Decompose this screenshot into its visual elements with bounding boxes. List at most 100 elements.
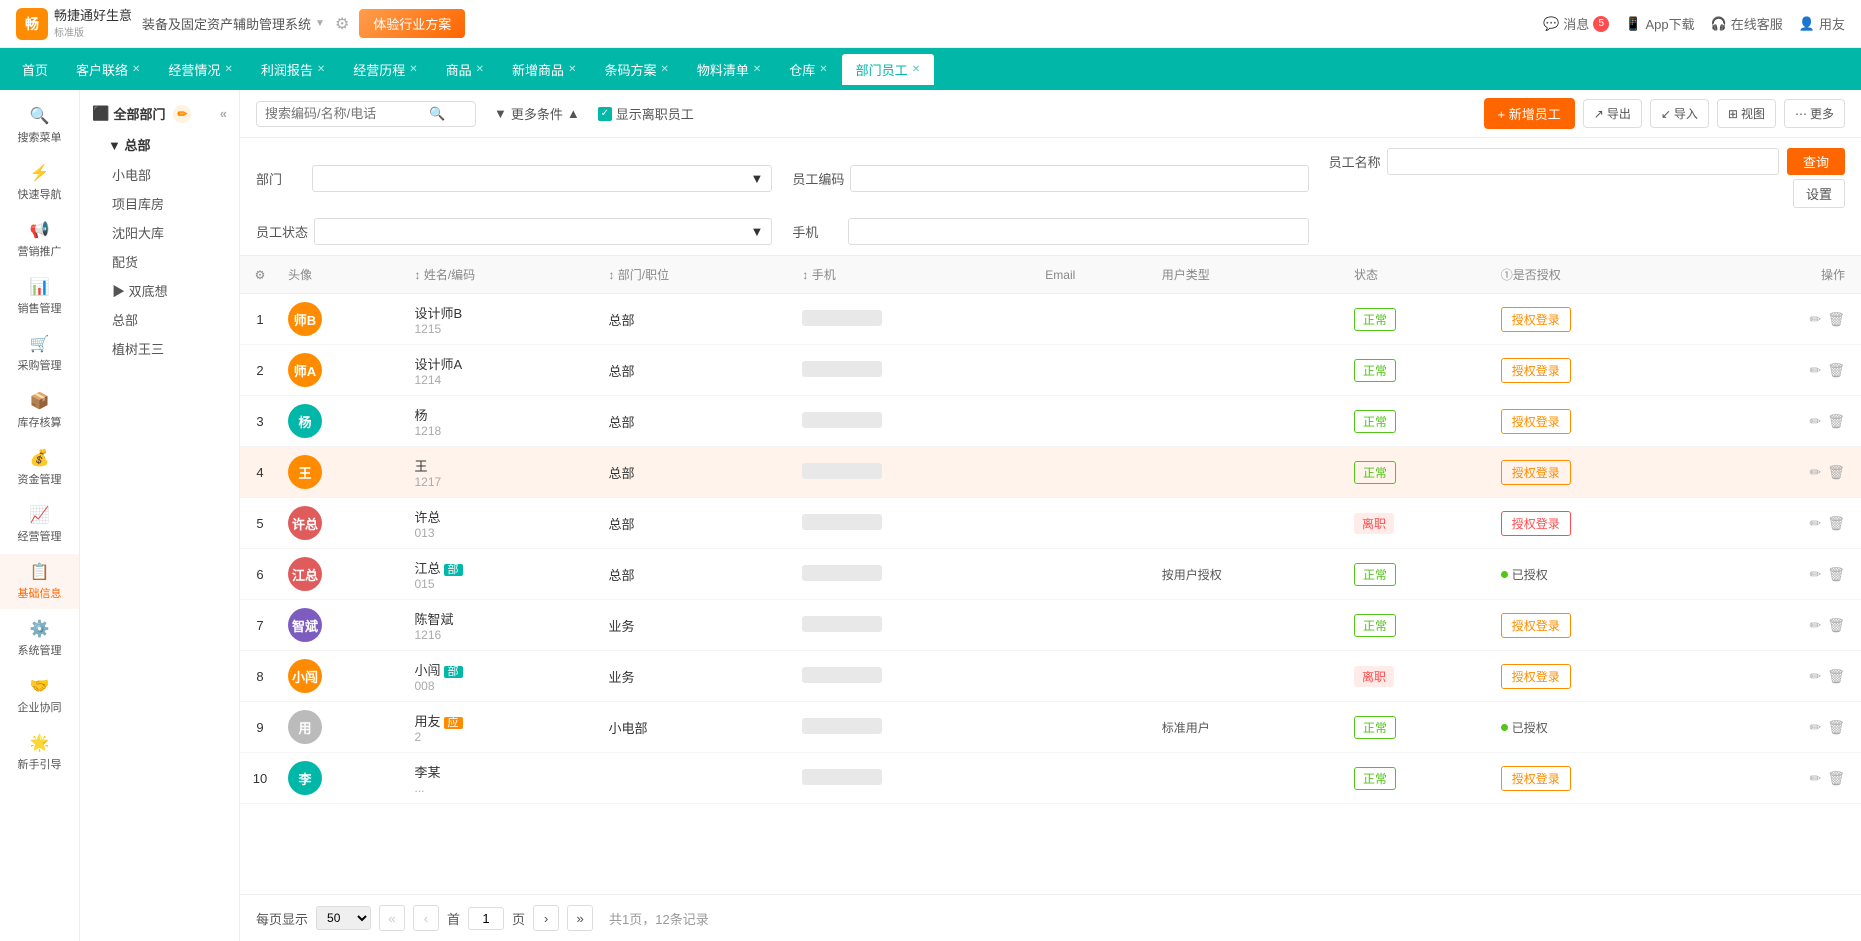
auth-button[interactable]: 授权登录 — [1501, 460, 1571, 485]
sidebar-item-basic[interactable]: 📋 基础信息 — [0, 554, 79, 609]
tab-customer[interactable]: 客户联络✕ — [62, 54, 154, 85]
delete-button[interactable]: 🗑 — [1827, 515, 1845, 532]
emp-status-select[interactable]: ▼ — [314, 218, 772, 245]
tab-history[interactable]: 经营历程✕ — [339, 54, 431, 85]
delete-button[interactable]: 🗑 — [1827, 668, 1845, 685]
settings-button[interactable]: ⚙ — [335, 14, 349, 34]
delete-button[interactable]: 🗑 — [1827, 413, 1845, 430]
delete-button[interactable]: 🗑 — [1827, 464, 1845, 481]
sidebar-item-search[interactable]: 🔍 搜索菜单 — [0, 98, 79, 153]
sidebar-item-inventory[interactable]: 📦 库存核算 — [0, 383, 79, 438]
close-icon[interactable]: ✕ — [568, 64, 576, 75]
import-button[interactable]: ↙ 导入 — [1650, 99, 1709, 128]
export-button[interactable]: ↗ 导出 — [1583, 99, 1642, 128]
phone-input[interactable] — [848, 218, 1308, 245]
tab-bom[interactable]: 物料清单✕ — [683, 54, 775, 85]
tab-new-goods[interactable]: 新增商品✕ — [498, 54, 590, 85]
first-page-button[interactable]: « — [379, 905, 405, 931]
sidebar-item-operation[interactable]: 📈 经营管理 — [0, 497, 79, 552]
query-button[interactable]: 查询 — [1787, 148, 1845, 175]
user-menu[interactable]: 👤 用友 — [1799, 14, 1845, 33]
col-settings[interactable]: ⚙ — [240, 256, 280, 294]
col-dept[interactable]: ↕ 部门/职位 — [600, 256, 794, 294]
tab-warehouse[interactable]: 仓库✕ — [775, 54, 841, 85]
dept-item-shenyang[interactable]: 沈阳大库 — [88, 218, 239, 247]
edit-button[interactable]: ✏ — [1809, 515, 1821, 532]
tab-profit[interactable]: 利润报告✕ — [247, 54, 339, 85]
delete-button[interactable]: 🗑 — [1827, 311, 1845, 328]
edit-button[interactable]: ✏ — [1809, 770, 1821, 787]
tab-home[interactable]: 首页 — [8, 54, 62, 85]
delete-button[interactable]: 🗑 — [1827, 617, 1845, 634]
edit-button[interactable]: ✏ — [1809, 719, 1821, 736]
close-icon[interactable]: ✕ — [317, 64, 325, 75]
last-page-button[interactable]: » — [567, 905, 593, 931]
system-title-arrow[interactable]: ▼ — [315, 18, 325, 29]
set-button[interactable]: 设置 — [1793, 179, 1845, 208]
edit-button[interactable]: ✏ — [1809, 413, 1821, 430]
filter-more-button[interactable]: ▼ 更多条件 ▲ — [486, 100, 588, 127]
auth-button-resigned[interactable]: 授权登录 — [1501, 511, 1571, 536]
auth-button[interactable]: 授权登录 — [1501, 766, 1571, 791]
emp-name-input[interactable] — [1387, 148, 1779, 175]
auth-button[interactable]: 授权登录 — [1501, 409, 1571, 434]
sidebar-item-system[interactable]: ⚙️ 系统管理 — [0, 611, 79, 666]
view-button[interactable]: ⊞ 视图 — [1717, 99, 1776, 128]
sidebar-item-marketing[interactable]: 📢 营销推广 — [0, 212, 79, 267]
dept-item-xiangmu[interactable]: 项目库房 — [88, 189, 239, 218]
app-download-button[interactable]: 📱 App下载 — [1625, 14, 1694, 33]
edit-button[interactable]: ✏ — [1809, 362, 1821, 379]
close-icon[interactable]: ✕ — [476, 64, 484, 75]
col-phone[interactable]: ↕ 手机 — [794, 256, 1037, 294]
dept-item-zhishu[interactable]: 植树王三 — [88, 334, 239, 363]
auth-button[interactable]: 授权登录 — [1501, 613, 1571, 638]
sidebar-item-finance[interactable]: 💰 资金管理 — [0, 440, 79, 495]
close-icon[interactable]: ✕ — [224, 64, 232, 75]
dept-collapse-button[interactable]: « — [220, 106, 227, 121]
edit-button[interactable]: ✏ — [1809, 617, 1821, 634]
close-icon[interactable]: ✕ — [912, 64, 920, 75]
sidebar-item-guide[interactable]: 🌟 新手引导 — [0, 725, 79, 780]
dept-item-shuangdi[interactable]: ▶ 双底想 — [88, 276, 239, 305]
dept-item-peihuo[interactable]: 配货 — [88, 247, 239, 276]
dept-item-zongbu2[interactable]: 总部 — [88, 305, 239, 334]
dept-item-xiaodibu[interactable]: 小电部 — [88, 160, 239, 189]
close-icon[interactable]: ✕ — [753, 64, 761, 75]
sidebar-item-sales[interactable]: 📊 销售管理 — [0, 269, 79, 324]
search-input[interactable] — [265, 106, 425, 121]
message-button[interactable]: 💬 消息 5 — [1543, 14, 1609, 33]
dept-select[interactable]: ▼ — [312, 165, 772, 192]
sidebar-item-purchase[interactable]: 🛒 采购管理 — [0, 326, 79, 381]
edit-button[interactable]: ✏ — [1809, 566, 1821, 583]
next-page-button[interactable]: › — [533, 905, 559, 931]
page-input[interactable] — [468, 907, 504, 930]
close-icon[interactable]: ✕ — [132, 64, 140, 75]
show-resigned-toggle[interactable]: ✓ 显示离职员工 — [598, 104, 694, 123]
sidebar-item-collab[interactable]: 🤝 企业协同 — [0, 668, 79, 723]
tab-business[interactable]: 经营情况✕ — [154, 54, 246, 85]
auth-button[interactable]: 授权登录 — [1501, 307, 1571, 332]
emp-code-input[interactable] — [850, 165, 1308, 192]
tab-barcode[interactable]: 条码方案✕ — [590, 54, 682, 85]
delete-button[interactable]: 🗑 — [1827, 770, 1845, 787]
tab-dept-staff[interactable]: 部门员工✕ — [842, 54, 934, 85]
online-service-button[interactable]: 🎧 在线客服 — [1711, 14, 1783, 33]
edit-button[interactable]: ✏ — [1809, 668, 1821, 685]
auth-button[interactable]: 授权登录 — [1501, 358, 1571, 383]
add-employee-button[interactable]: + 新增员工 — [1484, 98, 1575, 129]
trial-button[interactable]: 体验行业方案 — [359, 9, 465, 38]
dept-item-zongbu[interactable]: ▼ 总部 — [88, 129, 239, 160]
delete-button[interactable]: 🗑 — [1827, 566, 1845, 583]
tab-goods[interactable]: 商品✕ — [432, 54, 498, 85]
col-name[interactable]: ↕ 姓名/编码 — [406, 256, 600, 294]
close-icon[interactable]: ✕ — [660, 64, 668, 75]
page-size-select[interactable]: 50 20 100 — [316, 906, 371, 930]
edit-button[interactable]: ✏ — [1809, 464, 1821, 481]
sidebar-item-quicknav[interactable]: ⚡ 快速导航 — [0, 155, 79, 210]
delete-button[interactable]: 🗑 — [1827, 719, 1845, 736]
edit-button[interactable]: ✏ — [1809, 311, 1821, 328]
auth-button[interactable]: 授权登录 — [1501, 664, 1571, 689]
more-button[interactable]: ⋯ 更多 — [1784, 99, 1845, 128]
close-icon[interactable]: ✕ — [819, 64, 827, 75]
close-icon[interactable]: ✕ — [409, 64, 417, 75]
